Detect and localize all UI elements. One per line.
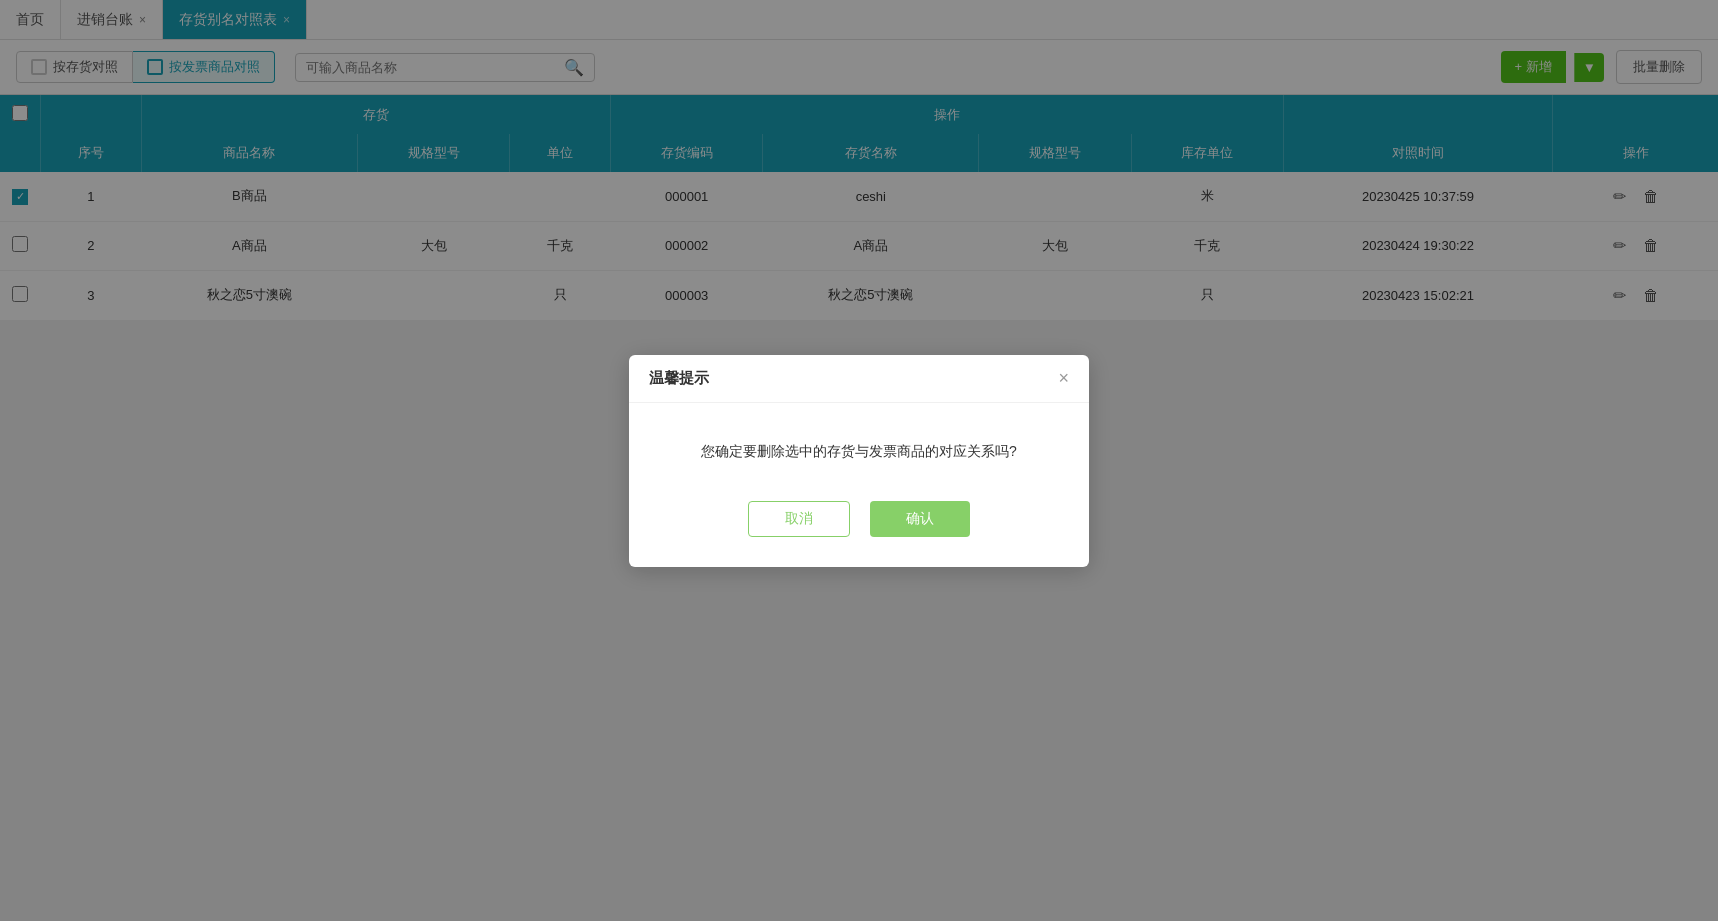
overlay: 温馨提示 × 您确定要删除选中的存货与发票商品的对应关系吗? 取消 确认 — [0, 0, 1718, 321]
